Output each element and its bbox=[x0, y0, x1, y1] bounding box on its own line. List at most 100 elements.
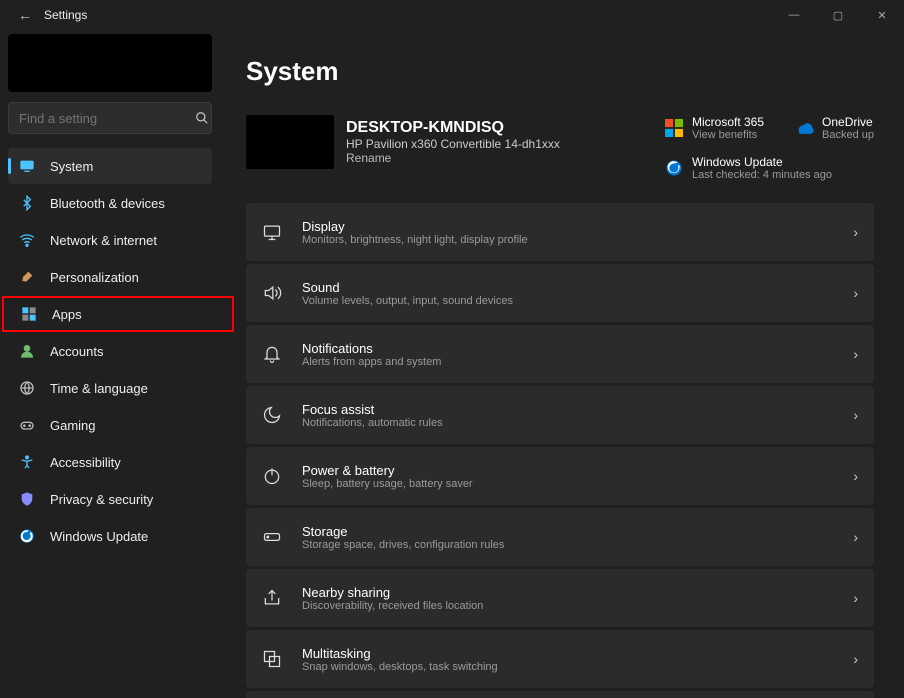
sound-icon bbox=[260, 281, 284, 305]
card-title: Storage bbox=[302, 524, 853, 539]
card-activation[interactable]: ActivationActivation state, subscription… bbox=[246, 691, 874, 698]
card-subtitle: Storage space, drives, configuration rul… bbox=[302, 539, 853, 551]
nav-item-accounts[interactable]: Accounts bbox=[8, 333, 212, 369]
tile-title: OneDrive bbox=[822, 115, 874, 129]
monitor-icon bbox=[18, 157, 36, 175]
card-subtitle: Notifications, automatic rules bbox=[302, 417, 853, 429]
sidebar: System Bluetooth & devices Network & inter… bbox=[0, 30, 220, 698]
chevron-right-icon: › bbox=[853, 224, 858, 240]
nav-item-label: Time & language bbox=[50, 381, 148, 396]
maximize-button[interactable]: ▢ bbox=[816, 0, 860, 30]
card-title: Focus assist bbox=[302, 402, 853, 417]
update-icon bbox=[664, 158, 684, 178]
device-info: DESKTOP-KMNDISQ HP Pavilion x360 Convert… bbox=[246, 115, 560, 169]
tile-sub: View benefits bbox=[692, 129, 764, 141]
nav-item-accessibility[interactable]: Accessibility bbox=[8, 444, 212, 480]
card-subtitle: Alerts from apps and system bbox=[302, 356, 853, 368]
storage-icon bbox=[260, 525, 284, 549]
m365-icon bbox=[664, 118, 684, 138]
chevron-right-icon: › bbox=[853, 529, 858, 545]
tile-sub: Backed up bbox=[822, 129, 874, 141]
update-icon bbox=[18, 527, 36, 545]
card-notifications[interactable]: NotificationsAlerts from apps and system… bbox=[246, 325, 874, 383]
wifi-icon bbox=[18, 231, 36, 249]
card-display[interactable]: DisplayMonitors, brightness, night light… bbox=[246, 203, 874, 261]
onedrive-icon bbox=[794, 118, 814, 138]
nav-item-privacy[interactable]: Privacy & security bbox=[8, 481, 212, 517]
card-nearby[interactable]: Nearby sharingDiscoverability, received … bbox=[246, 569, 874, 627]
moon-icon bbox=[260, 403, 284, 427]
card-title: Sound bbox=[302, 280, 853, 295]
card-multitasking[interactable]: MultitaskingSnap windows, desktops, task… bbox=[246, 630, 874, 688]
card-title: Notifications bbox=[302, 341, 853, 356]
card-subtitle: Volume levels, output, input, sound devi… bbox=[302, 295, 853, 307]
device-model: HP Pavilion x360 Convertible 14-dh1xxx bbox=[346, 137, 560, 151]
card-title: Nearby sharing bbox=[302, 585, 853, 600]
chevron-right-icon: › bbox=[853, 651, 858, 667]
nav-item-label: Apps bbox=[52, 307, 82, 322]
device-name: DESKTOP-KMNDISQ bbox=[346, 119, 560, 137]
brush-icon bbox=[18, 268, 36, 286]
card-sound[interactable]: SoundVolume levels, output, input, sound… bbox=[246, 264, 874, 322]
chevron-right-icon: › bbox=[853, 285, 858, 301]
globe-icon bbox=[18, 379, 36, 397]
nav-item-personalization[interactable]: Personalization bbox=[8, 259, 212, 295]
card-title: Power & battery bbox=[302, 463, 853, 478]
nav-item-time-language[interactable]: Time & language bbox=[8, 370, 212, 406]
tile-title: Windows Update bbox=[692, 155, 832, 169]
accessibility-icon bbox=[18, 453, 36, 471]
titlebar: ← Settings — ▢ ✕ bbox=[0, 0, 904, 30]
power-icon bbox=[260, 464, 284, 488]
gamepad-icon bbox=[18, 416, 36, 434]
nav-item-bluetooth[interactable]: Bluetooth & devices bbox=[8, 185, 212, 221]
chevron-right-icon: › bbox=[853, 407, 858, 423]
nav-item-system[interactable]: System bbox=[8, 148, 212, 184]
tile-microsoft365[interactable]: Microsoft 365 View benefits bbox=[664, 115, 764, 141]
search-box[interactable] bbox=[8, 102, 212, 134]
nav-item-gaming[interactable]: Gaming bbox=[8, 407, 212, 443]
tile-sub: Last checked: 4 minutes ago bbox=[692, 169, 832, 181]
nav-item-network[interactable]: Network & internet bbox=[8, 222, 212, 258]
nav-item-label: Accounts bbox=[50, 344, 103, 359]
bluetooth-icon bbox=[18, 194, 36, 212]
device-image bbox=[246, 115, 334, 169]
card-title: Display bbox=[302, 219, 853, 234]
card-storage[interactable]: StorageStorage space, drives, configurat… bbox=[246, 508, 874, 566]
tile-windows-update[interactable]: Windows Update Last checked: 4 minutes a… bbox=[664, 155, 874, 181]
close-button[interactable]: ✕ bbox=[860, 0, 904, 30]
chevron-right-icon: › bbox=[853, 346, 858, 362]
nav-item-label: System bbox=[50, 159, 93, 174]
person-icon bbox=[18, 342, 36, 360]
nav-item-apps[interactable]: Apps bbox=[2, 296, 234, 332]
bell-icon bbox=[260, 342, 284, 366]
card-subtitle: Monitors, brightness, night light, displ… bbox=[302, 234, 853, 246]
tile-title: Microsoft 365 bbox=[692, 115, 764, 129]
share-icon bbox=[260, 586, 284, 610]
search-icon bbox=[195, 111, 209, 125]
card-power[interactable]: Power & batterySleep, battery usage, bat… bbox=[246, 447, 874, 505]
device-rename-link[interactable]: Rename bbox=[346, 151, 560, 165]
nav-item-label: Network & internet bbox=[50, 233, 157, 248]
card-title: Multitasking bbox=[302, 646, 853, 661]
search-input[interactable] bbox=[19, 111, 195, 126]
minimize-button[interactable]: — bbox=[772, 0, 816, 30]
apps-icon bbox=[20, 305, 38, 323]
tile-onedrive[interactable]: OneDrive Backed up bbox=[794, 115, 874, 141]
nav-item-windows-update[interactable]: Windows Update bbox=[8, 518, 212, 554]
user-account-box[interactable] bbox=[8, 34, 212, 92]
main-content: System DESKTOP-KMNDISQ HP Pavilion x360 … bbox=[220, 30, 904, 698]
card-subtitle: Snap windows, desktops, task switching bbox=[302, 661, 853, 673]
nav-item-label: Gaming bbox=[50, 418, 96, 433]
nav-item-label: Personalization bbox=[50, 270, 139, 285]
card-focus-assist[interactable]: Focus assistNotifications, automatic rul… bbox=[246, 386, 874, 444]
back-icon[interactable]: ← bbox=[18, 7, 32, 23]
chevron-right-icon: › bbox=[853, 590, 858, 606]
multitask-icon bbox=[260, 647, 284, 671]
shield-icon bbox=[18, 490, 36, 508]
display-icon bbox=[260, 220, 284, 244]
nav-item-label: Accessibility bbox=[50, 455, 121, 470]
window-title: Settings bbox=[44, 8, 87, 22]
nav-item-label: Privacy & security bbox=[50, 492, 153, 507]
nav-item-label: Windows Update bbox=[50, 529, 148, 544]
nav-item-label: Bluetooth & devices bbox=[50, 196, 165, 211]
